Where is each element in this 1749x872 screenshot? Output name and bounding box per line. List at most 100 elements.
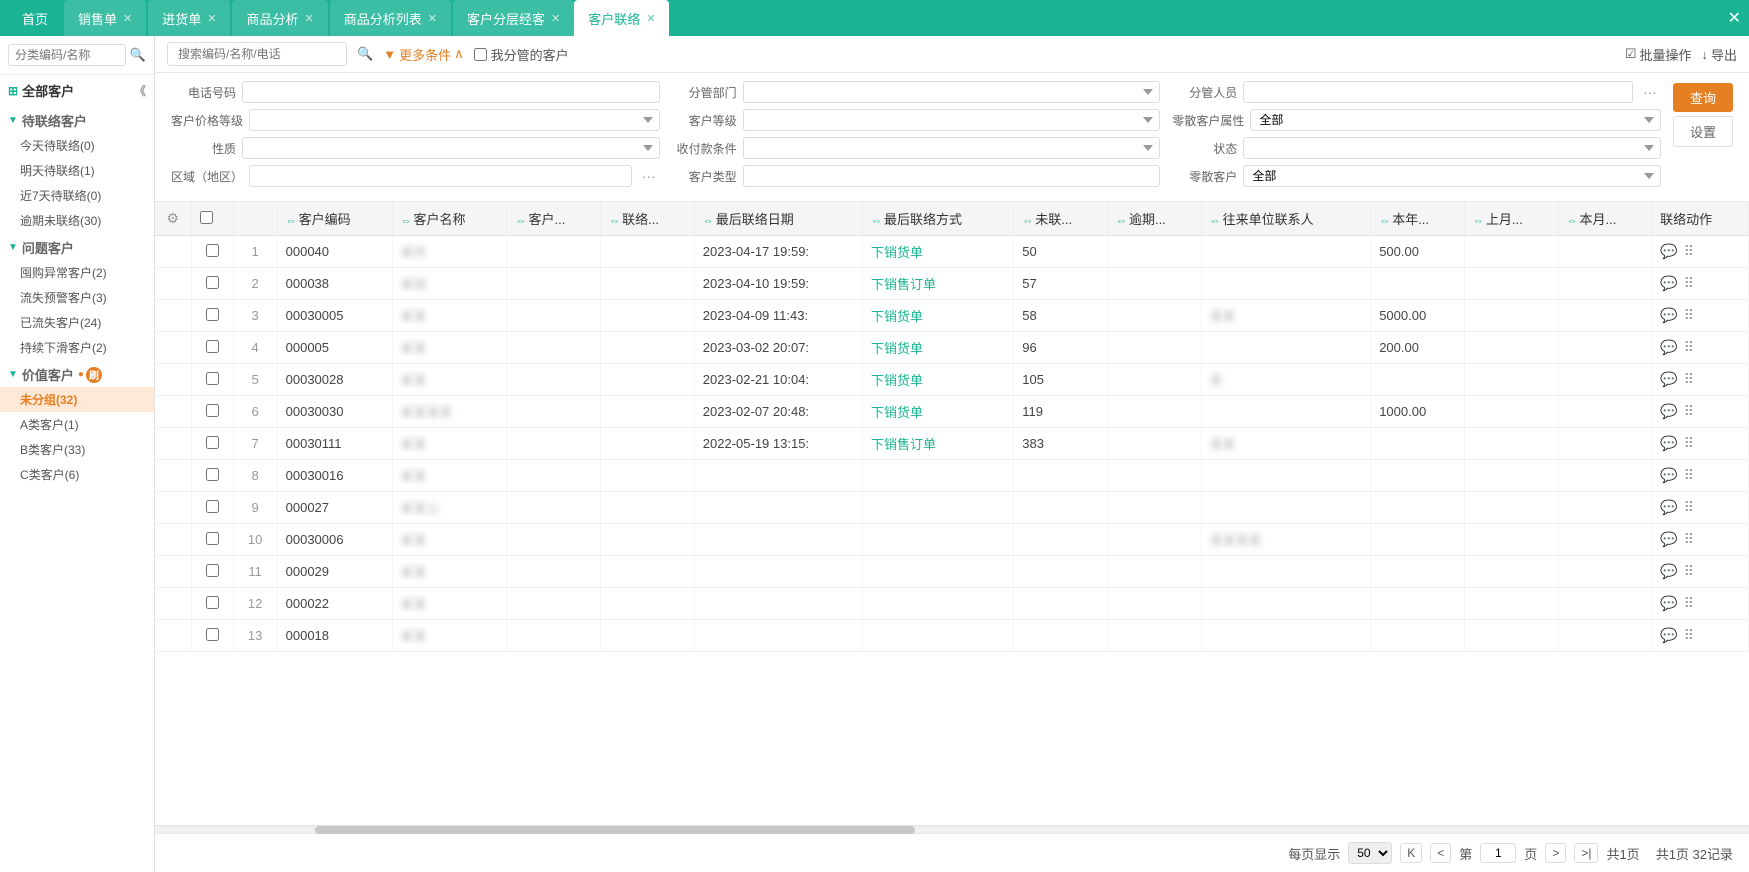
sidebar-item-class-c[interactable]: C类客户(6) [0,462,154,487]
tab-sales[interactable]: 销售单 ✕ [64,0,146,36]
close-icon[interactable]: ✕ [551,12,560,25]
dept-select[interactable] [743,81,1161,103]
prev-page-btn[interactable]: < [1430,843,1451,863]
nature-select[interactable] [242,137,660,159]
sidebar-item-hoarding[interactable]: 囤购异常客户(2) [0,260,154,285]
sidebar-item-ungrouped[interactable]: 未分组(32) [0,387,154,412]
person-input[interactable] [1243,81,1633,103]
row-checkbox[interactable] [191,396,233,428]
last-method-col[interactable]: ⇔最后联络方式 [862,202,1013,236]
chat-icon[interactable]: 💬 [1660,627,1677,644]
filter-search-input[interactable] [167,42,347,66]
row-last-method[interactable]: 下销货单 [862,332,1013,364]
row-checkbox[interactable] [191,556,233,588]
row-checkbox[interactable] [191,236,233,268]
reset-button[interactable]: 设置 [1673,116,1733,147]
all-customers-header[interactable]: ⊞ 全部客户 《 [0,75,154,106]
status-select[interactable] [1243,137,1661,159]
row-checkbox[interactable] [191,524,233,556]
row-checkbox[interactable] [191,492,233,524]
more-icon[interactable]: ⠿ [1684,435,1694,452]
retail-customer-select[interactable]: 全部 [1243,165,1661,187]
sidebar-item-class-a[interactable]: A类客户(1) [0,412,154,437]
chat-icon[interactable]: 💬 [1660,307,1677,324]
row-checkbox[interactable] [191,620,233,652]
region-dots[interactable]: ··· [638,168,660,184]
row-last-method[interactable]: 下销售订单 [862,428,1013,460]
sidebar-item-7days[interactable]: 近7天待联络(0) [0,183,154,208]
chat-icon[interactable]: 💬 [1660,243,1677,260]
row-last-method[interactable]: 下销货单 [862,236,1013,268]
sidebar-search-icon[interactable]: 🔍 [130,47,146,63]
chat-icon[interactable]: 💬 [1660,467,1677,484]
phone-input[interactable] [242,81,660,103]
chat-icon[interactable]: 💬 [1660,339,1677,356]
row-checkbox[interactable] [191,460,233,492]
tab-product-analysis[interactable]: 商品分析 ✕ [232,0,327,36]
chat-icon[interactable]: 💬 [1660,499,1677,516]
type-col[interactable]: ⇔客户... [507,202,601,236]
overdue-col[interactable]: ⇔逾期... [1107,202,1201,236]
more-icon[interactable]: ⠿ [1684,339,1694,356]
customer-level-select[interactable] [743,109,1161,131]
tab-customer-segment[interactable]: 客户分层经客 ✕ [453,0,574,36]
tab-home[interactable]: 首页 [8,0,62,36]
batch-op-btn[interactable]: ☑ 批量操作 [1625,45,1692,64]
more-icon[interactable]: ⠿ [1684,531,1694,548]
unit-contact-col[interactable]: ⇔往来单位联系人 [1201,202,1371,236]
name-col[interactable]: ⇔客户名称 [392,202,507,236]
filter-search-icon[interactable]: 🔍 [357,46,373,62]
nav-close-button[interactable]: ✕ [1728,8,1741,28]
contact-col[interactable]: ⇔联络... [601,202,695,236]
sidebar-item-declining[interactable]: 持续下滑客户(2) [0,335,154,360]
sidebar-search-input[interactable] [8,44,126,66]
close-icon[interactable]: ✕ [428,12,437,25]
select-all-checkbox[interactable] [200,211,213,224]
last-month-col[interactable]: ⇔上月... [1464,202,1558,236]
sidebar-item-churn-warning[interactable]: 流失预警客户(3) [0,285,154,310]
more-icon[interactable]: ⠿ [1684,563,1694,580]
more-icon[interactable]: ⠿ [1684,595,1694,612]
export-btn[interactable]: ↓ 导出 [1701,45,1737,64]
not-contacted-col[interactable]: ⇔未联... [1014,202,1108,236]
scrollbar-thumb[interactable] [315,826,915,834]
chat-icon[interactable]: 💬 [1660,563,1677,580]
row-checkbox[interactable] [191,364,233,396]
settings-col[interactable]: ⚙ [155,202,191,236]
tab-purchase[interactable]: 进货单 ✕ [148,0,230,36]
row-checkbox[interactable] [191,428,233,460]
row-last-method[interactable] [862,588,1013,620]
page-number-input[interactable] [1480,843,1516,863]
this-month-col[interactable]: ⇔本月... [1558,202,1652,236]
row-last-method[interactable]: 下销货单 [862,300,1013,332]
close-icon[interactable]: ✕ [207,12,216,25]
more-icon[interactable]: ⠿ [1684,371,1694,388]
row-last-method[interactable] [862,460,1013,492]
retail-attr-select[interactable]: 全部 [1250,109,1661,131]
query-button[interactable]: 查询 [1673,83,1733,112]
more-icon[interactable]: ⠿ [1684,627,1694,644]
this-year-col[interactable]: ⇔本年... [1371,202,1465,236]
more-icon[interactable]: ⠿ [1684,499,1694,516]
person-dots[interactable]: ··· [1639,84,1661,100]
row-last-method[interactable]: 下销货单 [862,396,1013,428]
checkbox-col[interactable] [191,202,233,236]
chat-icon[interactable]: 💬 [1660,595,1677,612]
sidebar-item-today[interactable]: 今天待联络(0) [0,133,154,158]
last-date-col[interactable]: ⇔最后联络日期 [694,202,862,236]
row-last-method[interactable] [862,524,1013,556]
chat-icon[interactable]: 💬 [1660,531,1677,548]
row-checkbox[interactable] [191,268,233,300]
settings-icon[interactable]: ⚙ [166,210,179,226]
sidebar-item-class-b[interactable]: B类客户(33) [0,437,154,462]
pay-terms-select[interactable] [743,137,1161,159]
row-checkbox[interactable] [191,588,233,620]
chat-icon[interactable]: 💬 [1660,275,1677,292]
chat-icon[interactable]: 💬 [1660,435,1677,452]
tab-product-list[interactable]: 商品分析列表 ✕ [330,0,451,36]
row-last-method[interactable]: 下销售订单 [862,268,1013,300]
my-customers-checkbox[interactable] [474,48,487,61]
chat-icon[interactable]: 💬 [1660,403,1677,420]
last-page-btn[interactable]: >| [1574,843,1598,863]
close-icon[interactable]: ✕ [646,12,655,25]
